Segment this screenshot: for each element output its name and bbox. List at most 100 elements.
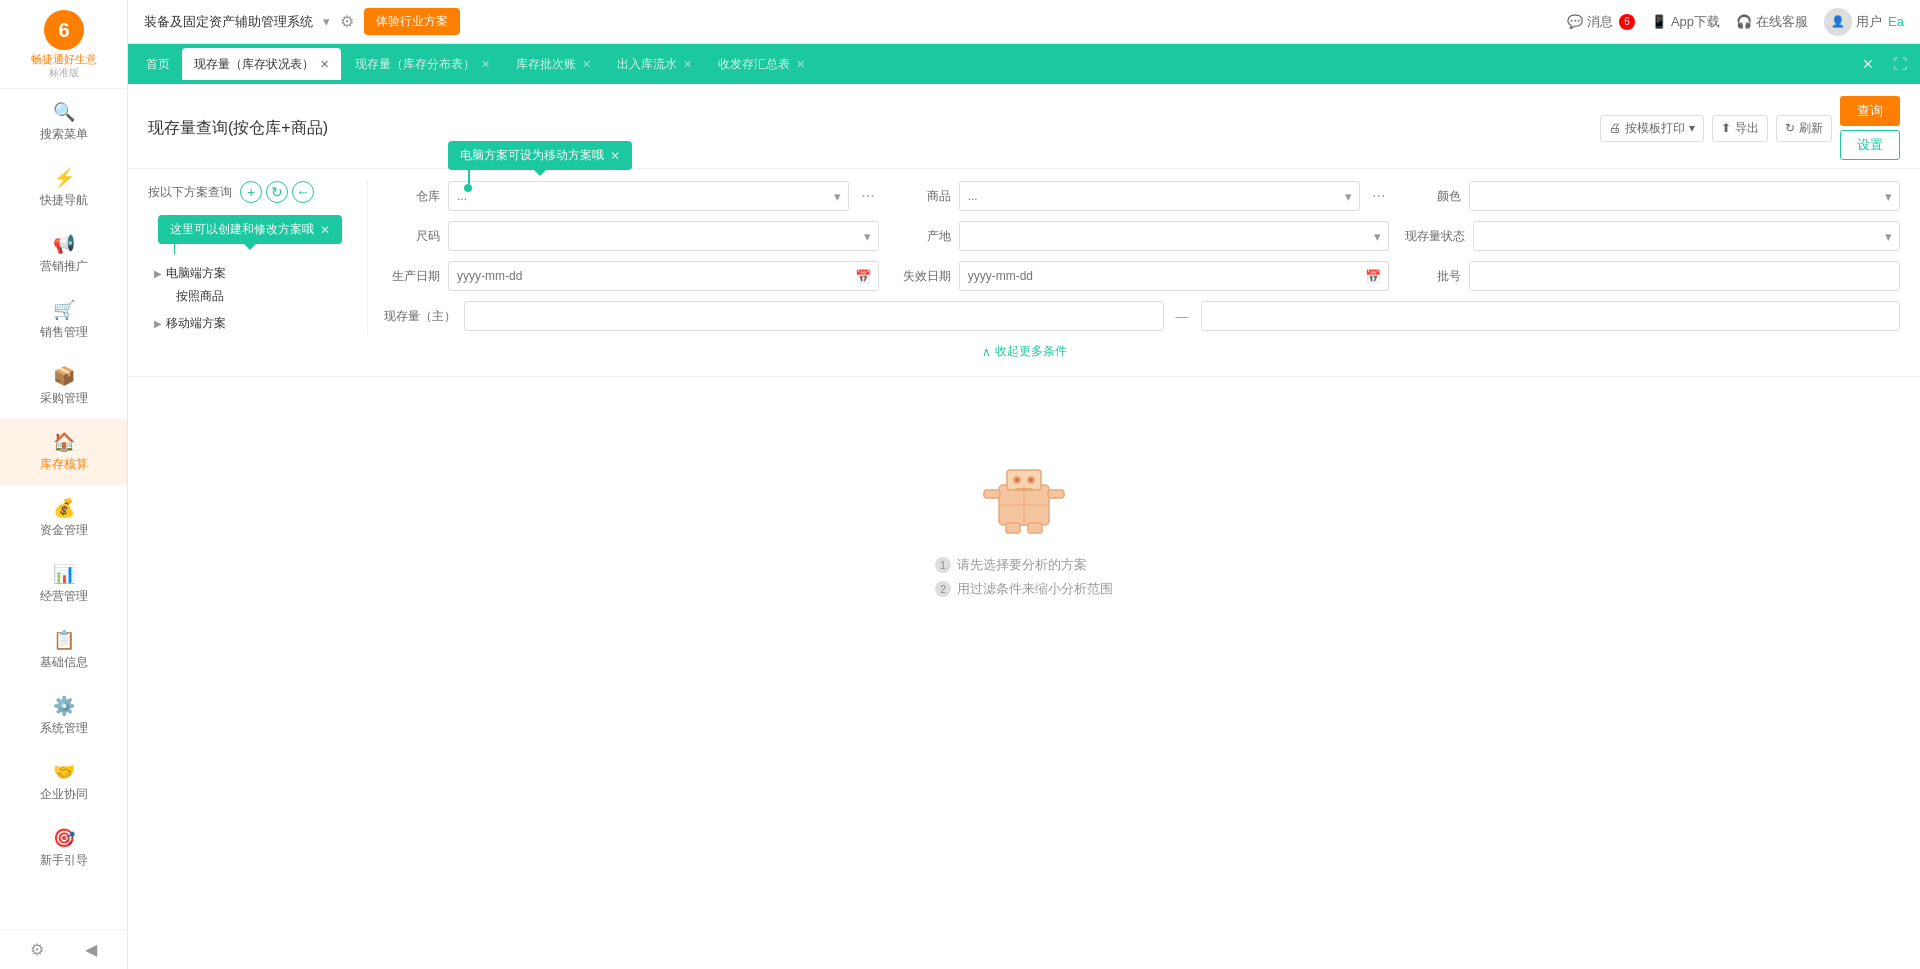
- scheme-child-item[interactable]: 按照商品: [158, 285, 357, 308]
- origin-select[interactable]: [959, 221, 1390, 251]
- color-select-wrapper[interactable]: [1469, 181, 1900, 211]
- production-date-start-icon[interactable]: 📅: [855, 269, 871, 284]
- sidebar-settings-btn[interactable]: ⚙: [30, 940, 44, 959]
- warehouse-label: 仓库: [384, 188, 440, 205]
- scheme-child-label: 按照商品: [176, 288, 224, 305]
- add-scheme-btn[interactable]: +: [240, 181, 262, 203]
- sidebar-collapse-btn[interactable]: ◀: [85, 940, 97, 959]
- print-icon: 🖨: [1609, 121, 1621, 135]
- tab-inout-flow[interactable]: 出入库流水 ✕: [605, 48, 704, 80]
- tab-batch-ledger-close[interactable]: ✕: [582, 58, 591, 71]
- empty-state: 1 请先选择要分析的方案 2 用过滤条件来缩小分析范围: [935, 450, 1113, 604]
- size-select[interactable]: [448, 221, 879, 251]
- size-field: 尺码: [384, 221, 879, 251]
- product-input[interactable]: [959, 181, 1360, 211]
- online-support-label: 在线客服: [1756, 13, 1808, 31]
- tab-fullscreen-btn[interactable]: ⛶: [1888, 52, 1912, 76]
- tab-bar-right: ✕ ⛶: [1856, 52, 1912, 76]
- guide-icon: 🎯: [53, 827, 75, 849]
- query-btn[interactable]: 查询: [1840, 96, 1900, 126]
- sidebar-item-system[interactable]: ⚙️ 系统管理: [0, 683, 127, 749]
- qty-main-max[interactable]: [1201, 301, 1901, 331]
- print-template-btn[interactable]: 🖨 按模板打印 ▾: [1600, 115, 1704, 142]
- scheme-mobile-label: 移动端方案: [166, 315, 226, 332]
- sidebar-item-label: 销售管理: [40, 324, 88, 341]
- messages-action[interactable]: 💬 消息 6: [1567, 13, 1635, 31]
- tab-inventory-dist[interactable]: 现存量（库存分布表） ✕: [343, 48, 502, 80]
- tab-home[interactable]: 首页: [136, 48, 180, 80]
- tab-close-all-btn[interactable]: ✕: [1856, 52, 1880, 76]
- status-select-wrapper[interactable]: [1473, 221, 1900, 251]
- sales-icon: 🛒: [53, 299, 75, 321]
- tab-batch-ledger[interactable]: 库存批次账 ✕: [504, 48, 603, 80]
- sidebar-item-guide[interactable]: 🎯 新手引导: [0, 815, 127, 881]
- sidebar-item-label: 基础信息: [40, 654, 88, 671]
- scheme-item-pc[interactable]: ▶ 电脑端方案: [148, 262, 357, 285]
- qty-main-min[interactable]: [464, 301, 1164, 331]
- tab-inout-flow-close[interactable]: ✕: [683, 58, 692, 71]
- edit-tooltip-close-btn[interactable]: ✕: [320, 223, 330, 237]
- status-select[interactable]: [1473, 221, 1900, 251]
- batch-label: 批号: [1405, 268, 1461, 285]
- system-dropdown-icon[interactable]: ▾: [323, 14, 330, 29]
- app-logo-icon: 6: [44, 10, 84, 50]
- sidebar-item-marketing[interactable]: 📢 营销推广: [0, 221, 127, 287]
- filter-row-3: 生产日期 📅 失效日期: [384, 261, 1900, 291]
- tab-inventory-dist-label: 现存量（库存分布表）: [355, 56, 475, 73]
- tab-receive-send-close[interactable]: ✕: [796, 58, 805, 71]
- sidebar-item-purchase[interactable]: 📦 采购管理: [0, 353, 127, 419]
- batch-input[interactable]: [1469, 261, 1900, 291]
- scheme-item-mobile[interactable]: ▶ 移动端方案: [148, 312, 357, 335]
- filter-settings-btn[interactable]: 设置: [1840, 130, 1900, 160]
- sidebar-item-search-menu[interactable]: 🔍 搜索菜单: [0, 89, 127, 155]
- sidebar-item-finance[interactable]: 💰 资金管理: [0, 485, 127, 551]
- sidebar-item-label: 采购管理: [40, 390, 88, 407]
- sidebar-item-quick-nav[interactable]: ⚡ 快捷导航: [0, 155, 127, 221]
- tip-num-2: 2: [935, 581, 951, 597]
- collapse-bar[interactable]: ∧ 收起更多条件: [148, 335, 1900, 364]
- empty-state-area: 1 请先选择要分析的方案 2 用过滤条件来缩小分析范围: [128, 377, 1920, 677]
- edit-scheme-tooltip: 这里可以创建和修改方案哦 ✕: [158, 215, 342, 244]
- tab-receive-send[interactable]: 收发存汇总表 ✕: [706, 48, 817, 80]
- expiry-date-start-icon[interactable]: 📅: [1365, 269, 1381, 284]
- filter-row-2: 尺码 产地: [384, 221, 1900, 251]
- color-select[interactable]: [1469, 181, 1900, 211]
- sidebar-item-operations[interactable]: 📊 经营管理: [0, 551, 127, 617]
- user-action[interactable]: 👤 用户 Ea: [1824, 8, 1904, 36]
- status-label: 现存量状态: [1405, 228, 1465, 245]
- tab-inventory-status-close[interactable]: ✕: [320, 58, 329, 71]
- empty-illustration: [979, 450, 1069, 540]
- header-settings-icon[interactable]: ⚙: [340, 12, 354, 31]
- refresh-scheme-btn[interactable]: ↻: [266, 181, 288, 203]
- operations-icon: 📊: [53, 563, 75, 585]
- export-btn[interactable]: ⬆ 导出: [1712, 115, 1768, 142]
- qty-main-label: 现存量（主）: [384, 308, 456, 325]
- sidebar-item-sales[interactable]: 🛒 销售管理: [0, 287, 127, 353]
- warehouse-more-icon[interactable]: ···: [857, 187, 878, 205]
- refresh-btn[interactable]: ↻ 刷新: [1776, 115, 1832, 142]
- svg-rect-13: [1006, 523, 1020, 533]
- expiry-date-start[interactable]: [959, 261, 1390, 291]
- sidebar-item-label: 库存核算: [40, 456, 88, 473]
- origin-select-wrapper[interactable]: [959, 221, 1390, 251]
- industry-btn[interactable]: 体验行业方案: [364, 8, 460, 35]
- sidebar-item-label: 经营管理: [40, 588, 88, 605]
- print-template-label: 按模板打印: [1625, 120, 1685, 137]
- back-scheme-btn[interactable]: ←: [292, 181, 314, 203]
- svg-rect-14: [1028, 523, 1042, 533]
- sidebar-item-basic-info[interactable]: 📋 基础信息: [0, 617, 127, 683]
- tab-inventory-status[interactable]: 现存量（库存状况表） ✕: [182, 48, 341, 80]
- product-more-icon[interactable]: ···: [1368, 187, 1389, 205]
- collapse-up-icon: ∧: [982, 345, 991, 359]
- size-select-wrapper[interactable]: [448, 221, 879, 251]
- inventory-icon: 🏠: [53, 431, 75, 453]
- sidebar-item-enterprise[interactable]: 🤝 企业协同: [0, 749, 127, 815]
- sidebar-item-inventory[interactable]: 🏠 库存核算: [0, 419, 127, 485]
- app-download-action[interactable]: 📱 App下载: [1651, 13, 1720, 31]
- online-support-action[interactable]: 🎧 在线客服: [1736, 13, 1808, 31]
- production-date-start[interactable]: [448, 261, 879, 291]
- pc-tooltip-close-btn[interactable]: ✕: [610, 149, 620, 163]
- tab-inventory-dist-close[interactable]: ✕: [481, 58, 490, 71]
- filter-btns: + ↻ ←: [240, 181, 314, 203]
- support-icon: 🎧: [1736, 14, 1752, 29]
